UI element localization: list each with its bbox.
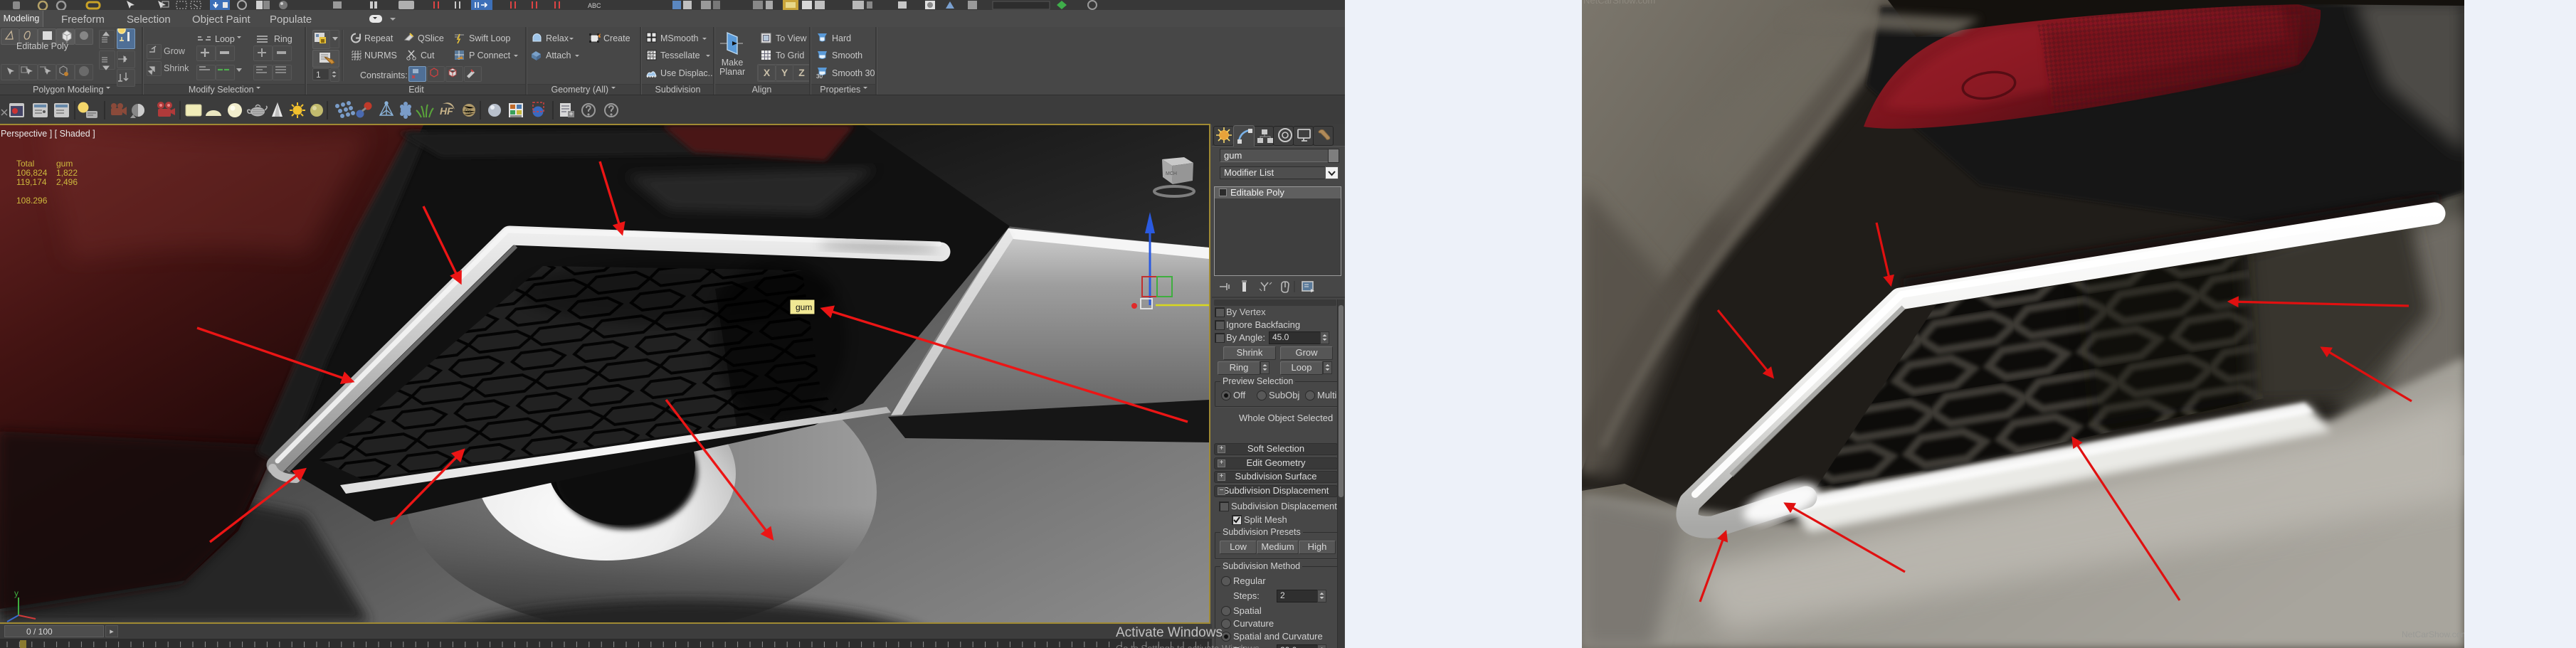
svg-text:Polys:: Polys: — [0, 168, 1, 178]
svg-text:30: 30 — [816, 73, 823, 78]
svg-text:gum: gum — [796, 302, 812, 312]
svg-text:FPS:: FPS: — [0, 196, 1, 206]
svg-text:2,496: 2,496 — [56, 177, 78, 187]
svg-text:gum: gum — [56, 159, 73, 169]
svg-text:HF: HF — [440, 105, 453, 117]
svg-text:1,822: 1,822 — [56, 168, 78, 178]
svg-text:Total: Total — [16, 159, 34, 169]
svg-text:ABC: ABC — [588, 2, 601, 9]
svg-text:MCH: MCH — [1166, 171, 1177, 176]
svg-text:NetCarShow.com: NetCarShow.com — [2402, 630, 2464, 639]
svg-text:Verts:: Verts: — [0, 177, 1, 187]
svg-text:106,824: 106,824 — [16, 168, 48, 178]
svg-text:y: y — [14, 588, 19, 598]
svg-text:NetCarShow.com: NetCarShow.com — [1583, 0, 1655, 6]
svg-text:[ Perspective ] [ Shaded ]: [ Perspective ] [ Shaded ] — [0, 129, 95, 139]
svg-text:119,174: 119,174 — [16, 177, 47, 187]
svg-text:108.296: 108.296 — [16, 196, 48, 206]
svg-text:0x: 0x — [465, 107, 472, 115]
